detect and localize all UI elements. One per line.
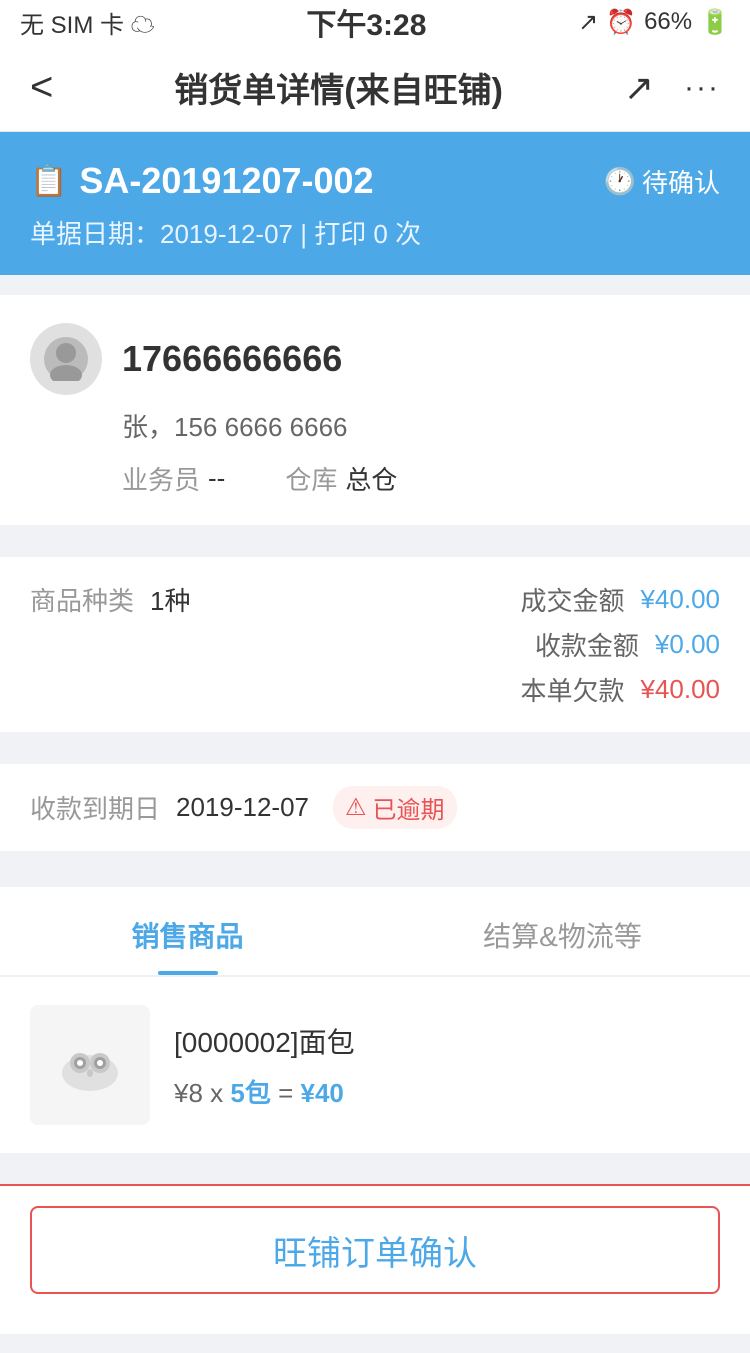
overdue-badge: ⚠ 已逾期 [333, 786, 457, 829]
product-types: 商品种类 1种 [30, 581, 520, 618]
transaction-amount: ¥40.00 [640, 584, 720, 615]
due-date-card: 收款到期日 2019-12-07 ⚠ 已逾期 [0, 764, 750, 851]
salesperson-item: 业务员 -- [122, 460, 225, 497]
customer-meta: 业务员 -- 仓库 总仓 [30, 460, 720, 497]
back-button[interactable]: < [30, 65, 53, 110]
salesperson-value: -- [208, 463, 225, 494]
tab-settlement-logistics[interactable]: 结算&物流等 [375, 887, 750, 975]
tab-sales-products[interactable]: 销售商品 [0, 887, 375, 975]
divider-3 [0, 871, 750, 887]
product-info: [0000002]面包 ¥8 x 5包 = ¥40 [174, 1021, 720, 1110]
share-button[interactable]: ↗ [624, 67, 654, 109]
order-icon: 📋 [30, 164, 67, 199]
battery-icon: 🔋 [700, 8, 730, 37]
avatar [30, 323, 102, 395]
bottom-bar: 旺铺订单确认 [0, 1184, 750, 1334]
customer-card: 17666666666 张，156 6666 6666 业务员 -- 仓库 总仓 [0, 295, 750, 525]
due-date-value: 2019-12-07 [176, 792, 309, 823]
debt-amount: ¥40.00 [640, 674, 720, 705]
product-name: [0000002]面包 [174, 1021, 720, 1061]
more-button[interactable]: ··· [684, 71, 720, 105]
product-item: [0000002]面包 ¥8 x 5包 = ¥40 [0, 977, 750, 1153]
alarm-icon: ⏰ [606, 8, 636, 37]
product-price: ¥8 x 5包 = ¥40 [174, 1073, 720, 1110]
nav-actions: ↗ ··· [624, 67, 720, 109]
avatar-icon [44, 337, 88, 381]
location-icon: ↗ [578, 8, 598, 37]
nav-bar: < 销货单详情(来自旺铺) ↗ ··· [0, 44, 750, 132]
order-id: 📋 SA-20191207-002 [30, 160, 374, 202]
transaction-row: 成交金额 ¥40.00 [520, 581, 720, 618]
price-equals: = [271, 1078, 301, 1108]
tabs-container: 销售商品 结算&物流等 [0, 887, 750, 975]
receipt-row: 收款金额 ¥0.00 [535, 626, 720, 663]
price-quantity: 5包 [230, 1078, 270, 1108]
product-types-label: 商品种类 [30, 581, 134, 618]
warehouse-item: 仓库 总仓 [285, 460, 397, 497]
warehouse-value: 总仓 [345, 460, 397, 497]
order-status: 🕐 待确认 [604, 163, 720, 200]
order-header: 📋 SA-20191207-002 🕐 待确认 单据日期：2019-12-07 … [0, 132, 750, 275]
divider-2 [0, 748, 750, 764]
due-date-label: 收款到期日 [30, 789, 160, 826]
divider-1 [0, 541, 750, 557]
status-time: 下午3:28 [306, 0, 426, 44]
status-right: ↗ ⏰ 66% 🔋 [578, 8, 730, 37]
battery-label: 66% [644, 8, 692, 36]
overdue-label: 已逾期 [373, 790, 445, 825]
amounts-section: 成交金额 ¥40.00 收款金额 ¥0.00 本单欠款 ¥40.00 [520, 581, 720, 708]
debt-row: 本单欠款 ¥40.00 [520, 671, 720, 708]
debt-label: 本单欠款 [520, 671, 624, 708]
stats-card: 商品种类 1种 成交金额 ¥40.00 收款金额 ¥0.00 本单欠款 ¥40.… [0, 557, 750, 732]
salesperson-label: 业务员 [122, 460, 200, 497]
customer-phone: 17666666666 [122, 338, 342, 380]
no-sim-label: 无 SIM 卡 ☁ [20, 5, 155, 40]
price-total: ¥40 [300, 1078, 343, 1108]
warehouse-label: 仓库 [285, 460, 337, 497]
page-title: 销货单详情(来自旺铺) [174, 63, 503, 112]
confirm-order-button[interactable]: 旺铺订单确认 [30, 1206, 720, 1294]
product-types-value: 1种 [150, 581, 190, 618]
product-image [30, 1005, 150, 1125]
receipt-amount: ¥0.00 [655, 629, 720, 660]
receipt-label: 收款金额 [535, 626, 639, 663]
status-left: 无 SIM 卡 ☁ [20, 5, 155, 40]
clock-icon: 🕐 [604, 166, 636, 197]
products-section: [0000002]面包 ¥8 x 5包 = ¥40 [0, 977, 750, 1153]
warning-icon: ⚠ [345, 793, 367, 822]
customer-name-phone: 张，156 6666 6666 [30, 407, 720, 444]
transaction-label: 成交金额 [520, 581, 624, 618]
order-date: 单据日期：2019-12-07 | 打印 0 次 [30, 214, 720, 251]
price-base: ¥8 x [174, 1078, 230, 1108]
status-bar: 无 SIM 卡 ☁ 下午3:28 ↗ ⏰ 66% 🔋 [0, 0, 750, 44]
